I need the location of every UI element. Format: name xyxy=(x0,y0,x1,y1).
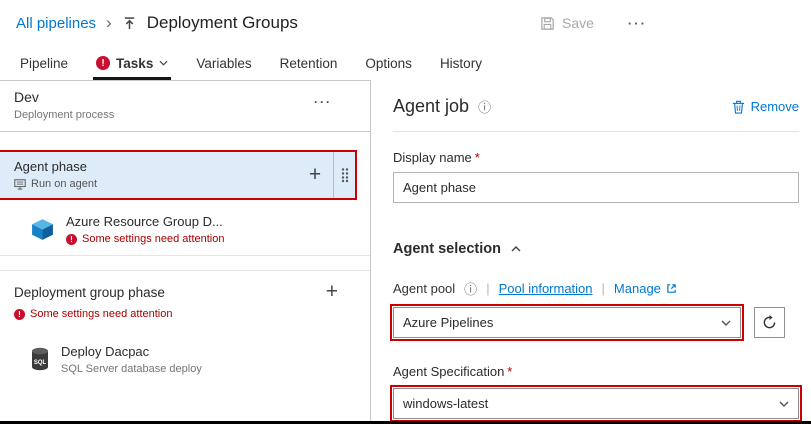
manage-link[interactable]: Manage xyxy=(614,281,661,296)
required-mark: * xyxy=(474,150,480,165)
chevron-down-icon xyxy=(721,320,731,326)
phase-warning-text: Some settings need attention xyxy=(30,308,173,320)
agent-phase-title: Agent phase xyxy=(14,159,88,174)
save-label: Save xyxy=(562,15,594,31)
task-title: Deploy Dacpac xyxy=(61,343,150,359)
info-icon[interactable]: ⓘ xyxy=(464,279,477,298)
agent-phase-item[interactable]: Agent phase Run on agent + xyxy=(0,150,357,200)
remove-button[interactable]: Remove xyxy=(732,99,799,114)
deployment-group-phase-item[interactable]: Deployment group phase + ! Some settings… xyxy=(0,270,370,331)
save-button[interactable]: Save xyxy=(540,15,594,31)
pool-information-link[interactable]: Pool information xyxy=(499,281,593,296)
agent-pool-label: Agent pool xyxy=(393,281,456,296)
tab-label: Retention xyxy=(279,55,338,71)
tab-variables[interactable]: Variables xyxy=(182,46,265,80)
breadcrumb: All pipelines › Deployment Groups xyxy=(16,13,298,33)
chevron-up-icon xyxy=(511,246,521,252)
detail-title: Agent job xyxy=(393,96,470,116)
separator: | xyxy=(486,281,490,296)
drag-dots-icon xyxy=(341,168,348,183)
header-actions: Save ··· xyxy=(540,0,647,46)
tab-label: Options xyxy=(365,55,412,71)
trash-icon xyxy=(732,100,745,114)
tab-label: Tasks xyxy=(116,55,154,71)
tab-label: History xyxy=(439,55,482,71)
tab-label: Pipeline xyxy=(20,55,69,71)
agent-pool-value: Azure Pipelines xyxy=(403,315,494,330)
agent-selection-section-header[interactable]: Agent selection xyxy=(393,241,799,257)
add-task-button[interactable]: + xyxy=(326,280,338,304)
stage-title: Dev xyxy=(14,89,39,105)
task-text: Deploy Dacpac SQL Server database deploy xyxy=(61,344,202,375)
agent-pool-row: Agent pool ⓘ | Pool information | Manage xyxy=(393,279,799,298)
agent-specification-dropdown[interactable]: windows-latest xyxy=(390,385,802,421)
agent-pool-dropdown[interactable]: Azure Pipelines xyxy=(390,304,744,341)
task-deploy-dacpac[interactable]: SQL Deploy Dacpac SQL Server database de… xyxy=(0,333,370,385)
task-title: Azure Resource Group D... xyxy=(66,214,223,229)
breadcrumb-chevron-icon: › xyxy=(106,12,112,32)
top-header: All pipelines › Deployment Groups Save ·… xyxy=(0,0,811,46)
agent-selection-title: Agent selection xyxy=(393,241,501,257)
save-icon xyxy=(540,16,555,31)
task-subtitle: SQL Server database deploy xyxy=(61,362,202,375)
remove-label: Remove xyxy=(750,99,799,114)
app-window: All pipelines › Deployment Groups Save ·… xyxy=(0,0,811,424)
display-name-label: Display name * xyxy=(393,150,480,165)
agent-job-details-panel: Agent job ⓘ Remove Display name * Agent … xyxy=(371,80,811,421)
warning-icon: ! xyxy=(14,308,25,320)
agent-pool-control-row: Azure Pipelines xyxy=(390,304,799,341)
task-warning-text: Some settings need attention xyxy=(82,233,225,245)
stage-more-button[interactable]: ··· xyxy=(314,89,354,109)
refresh-button[interactable] xyxy=(754,307,785,338)
info-icon[interactable]: ⓘ xyxy=(478,97,491,116)
page-title: Deployment Groups xyxy=(146,13,298,32)
separator: | xyxy=(601,281,605,296)
sql-database-icon: SQL xyxy=(30,347,50,371)
more-options-button[interactable]: ··· xyxy=(628,16,647,31)
tab-bar: Pipeline ! Tasks Variables Retention Opt… xyxy=(0,46,811,80)
add-task-button[interactable]: + xyxy=(297,152,333,198)
svg-text:SQL: SQL xyxy=(34,360,47,366)
azure-cube-icon xyxy=(30,217,55,242)
pipeline-tasks-panel: Dev Deployment process ··· Agent phase R… xyxy=(0,80,371,421)
external-link-icon xyxy=(666,283,677,294)
detail-header: Agent job ⓘ Remove xyxy=(393,96,799,132)
chevron-down-icon xyxy=(779,401,789,407)
agent-phase-subtitle: Run on agent xyxy=(31,178,98,190)
breadcrumb-all-pipelines[interactable]: All pipelines xyxy=(16,15,96,32)
tab-label: Variables xyxy=(196,55,252,71)
agent-phase-text: Agent phase Run on agent xyxy=(0,152,297,198)
stage-subtitle: Deployment process xyxy=(14,109,115,121)
release-pipeline-icon xyxy=(122,16,137,31)
agent-specification-label: Agent Specification * xyxy=(393,364,513,379)
required-mark: * xyxy=(507,364,513,379)
tasks-error-icon: ! xyxy=(96,56,111,70)
tab-pipeline[interactable]: Pipeline xyxy=(6,46,82,80)
tab-tasks[interactable]: ! Tasks xyxy=(82,46,182,80)
drag-handle[interactable] xyxy=(333,152,355,198)
tab-options[interactable]: Options xyxy=(351,46,426,80)
task-azure-resource-group[interactable]: Azure Resource Group D... ! Some setting… xyxy=(0,204,370,256)
tab-retention[interactable]: Retention xyxy=(266,46,352,80)
chevron-down-icon xyxy=(159,60,168,66)
stage-dev-item[interactable]: Dev Deployment process ··· xyxy=(0,81,370,132)
tab-history[interactable]: History xyxy=(426,46,496,80)
deployment-group-phase-title: Deployment group phase xyxy=(14,284,165,300)
refresh-icon xyxy=(762,315,777,330)
content: Dev Deployment process ··· Agent phase R… xyxy=(0,80,811,421)
stage-dev-text: Dev Deployment process xyxy=(14,89,114,121)
task-text: Azure Resource Group D... ! Some setting… xyxy=(66,214,224,245)
agent-icon xyxy=(14,178,26,190)
agent-specification-value: windows-latest xyxy=(403,396,489,411)
display-name-input[interactable] xyxy=(393,172,799,203)
warning-icon: ! xyxy=(66,233,77,245)
